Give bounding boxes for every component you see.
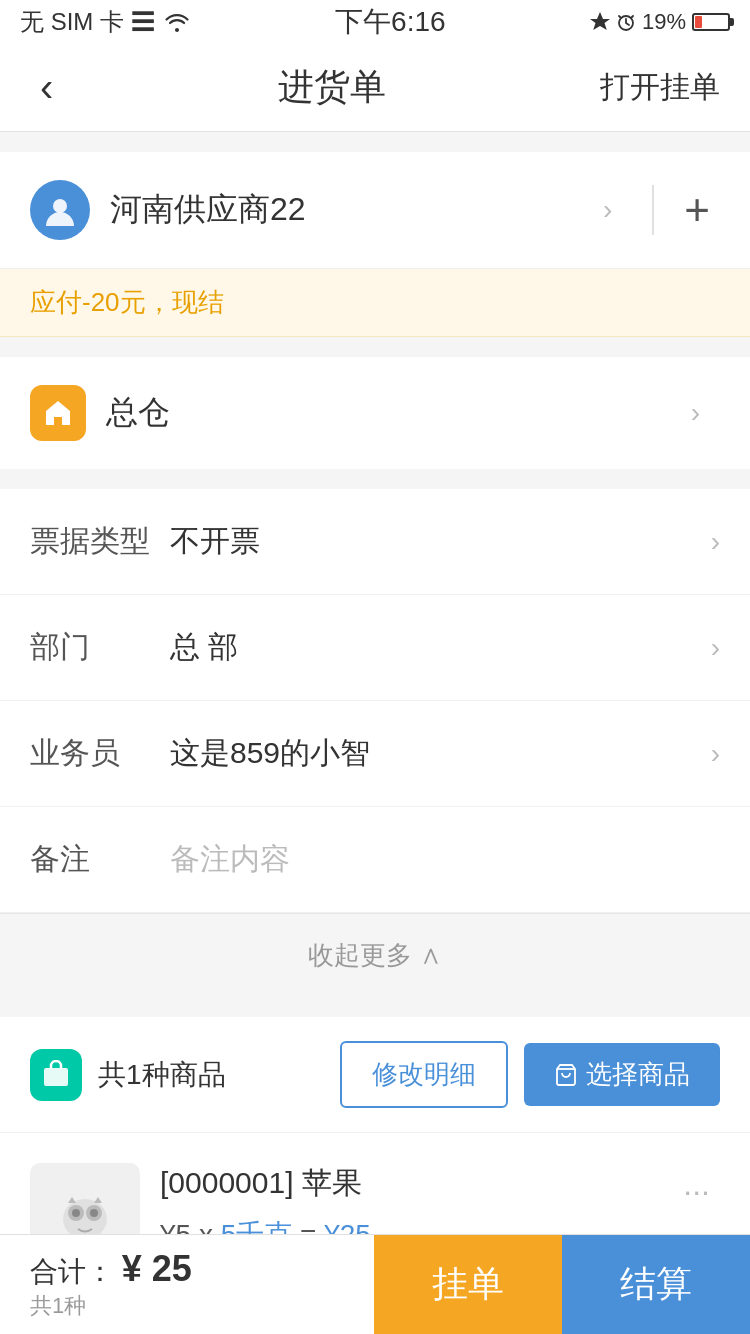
department-chevron-icon: › xyxy=(711,632,720,664)
status-time: 下午6:16 xyxy=(335,3,446,41)
open-hang-button[interactable]: 打开挂单 xyxy=(600,67,720,108)
note-row[interactable]: 备注 备注内容 xyxy=(0,807,750,913)
supplier-warning: 应付-20元，现结 xyxy=(0,269,750,337)
note-label: 备注 xyxy=(30,839,170,880)
total-section: 合计： ¥ 25 共1种 xyxy=(0,1235,374,1334)
form-card: 票据类型 不开票 › 部门 总 部 › 业务员 这是859的小智 › 备注 备注… xyxy=(0,489,750,913)
edit-detail-button[interactable]: 修改明细 xyxy=(340,1041,508,1108)
salesperson-row[interactable]: 业务员 这是859的小智 › xyxy=(0,701,750,807)
product-code: [0000001] xyxy=(160,1166,293,1199)
back-button[interactable]: ‹ xyxy=(30,55,63,120)
product-more-button[interactable]: ··· xyxy=(673,1163,720,1220)
warehouse-card[interactable]: 总仓 › xyxy=(0,357,750,469)
supplier-row[interactable]: 河南供应商22 › + xyxy=(0,152,750,269)
department-value: 总 部 xyxy=(170,627,711,668)
battery-icon xyxy=(692,13,730,31)
svg-point-7 xyxy=(72,1209,80,1217)
ticket-type-chevron-icon: › xyxy=(711,526,720,558)
wifi-icon xyxy=(163,12,191,32)
svg-point-4 xyxy=(63,1199,107,1239)
total-row: 合计： ¥ 25 xyxy=(30,1248,344,1291)
note-placeholder: 备注内容 xyxy=(170,839,720,880)
supplier-avatar xyxy=(30,180,90,240)
status-bar: 无 SIM 卡 ☰ 下午6:16 19% xyxy=(0,0,750,44)
select-product-button[interactable]: 选择商品 xyxy=(524,1043,720,1106)
select-product-label: 选择商品 xyxy=(586,1057,690,1092)
total-amount: ¥ 25 xyxy=(122,1248,192,1289)
bottom-bar: 合计： ¥ 25 共1种 挂单 结算 xyxy=(0,1234,750,1334)
svg-rect-2 xyxy=(44,1068,68,1086)
salesperson-label: 业务员 xyxy=(30,733,170,774)
page-title: 进货单 xyxy=(278,63,386,112)
warehouse-name: 总仓 xyxy=(106,391,691,435)
warehouse-row[interactable]: 总仓 › xyxy=(0,357,750,469)
salesperson-value: 这是859的小智 xyxy=(170,733,711,774)
department-row[interactable]: 部门 总 部 › xyxy=(0,595,750,701)
battery-percent: 19% xyxy=(642,9,686,35)
supplier-name: 河南供应商22 xyxy=(110,188,603,232)
supplier-divider xyxy=(652,185,654,235)
product-count-icon xyxy=(30,1049,82,1101)
add-supplier-button[interactable]: + xyxy=(674,188,720,232)
location-icon xyxy=(590,12,610,32)
status-bar-left: 无 SIM 卡 ☰ xyxy=(20,6,191,38)
total-count: 共1种 xyxy=(30,1291,344,1321)
divider-2 xyxy=(0,469,750,489)
collapse-button[interactable]: 收起更多 ∧ xyxy=(0,913,750,997)
product-title: 苹果 xyxy=(302,1166,362,1199)
ticket-type-row[interactable]: 票据类型 不开票 › xyxy=(0,489,750,595)
svg-point-8 xyxy=(90,1209,98,1217)
salesperson-chevron-icon: › xyxy=(711,738,720,770)
divider-3 xyxy=(0,997,750,1017)
signal-text: 无 SIM 卡 ☰ xyxy=(20,6,155,38)
hang-button[interactable]: 挂单 xyxy=(374,1235,562,1334)
alarm-icon xyxy=(616,12,636,32)
warehouse-chevron-icon: › xyxy=(691,397,700,429)
product-name: [0000001] 苹果 xyxy=(160,1163,653,1204)
total-label: 合计： xyxy=(30,1256,114,1287)
product-count-text: 共1种商品 xyxy=(98,1056,340,1094)
warehouse-icon xyxy=(30,385,86,441)
product-header: 共1种商品 修改明细 选择商品 xyxy=(0,1017,750,1133)
nav-bar: ‹ 进货单 打开挂单 xyxy=(0,44,750,132)
supplier-chevron-icon: › xyxy=(603,194,612,226)
cart-icon xyxy=(554,1063,578,1087)
ticket-type-label: 票据类型 xyxy=(30,521,170,562)
checkout-button[interactable]: 结算 xyxy=(562,1235,750,1334)
supplier-card: 河南供应商22 › + 应付-20元，现结 xyxy=(0,152,750,337)
ticket-type-value: 不开票 xyxy=(170,521,711,562)
department-label: 部门 xyxy=(30,627,170,668)
top-divider xyxy=(0,132,750,152)
svg-point-1 xyxy=(53,199,67,213)
divider-1 xyxy=(0,337,750,357)
status-bar-right: 19% xyxy=(590,9,730,35)
